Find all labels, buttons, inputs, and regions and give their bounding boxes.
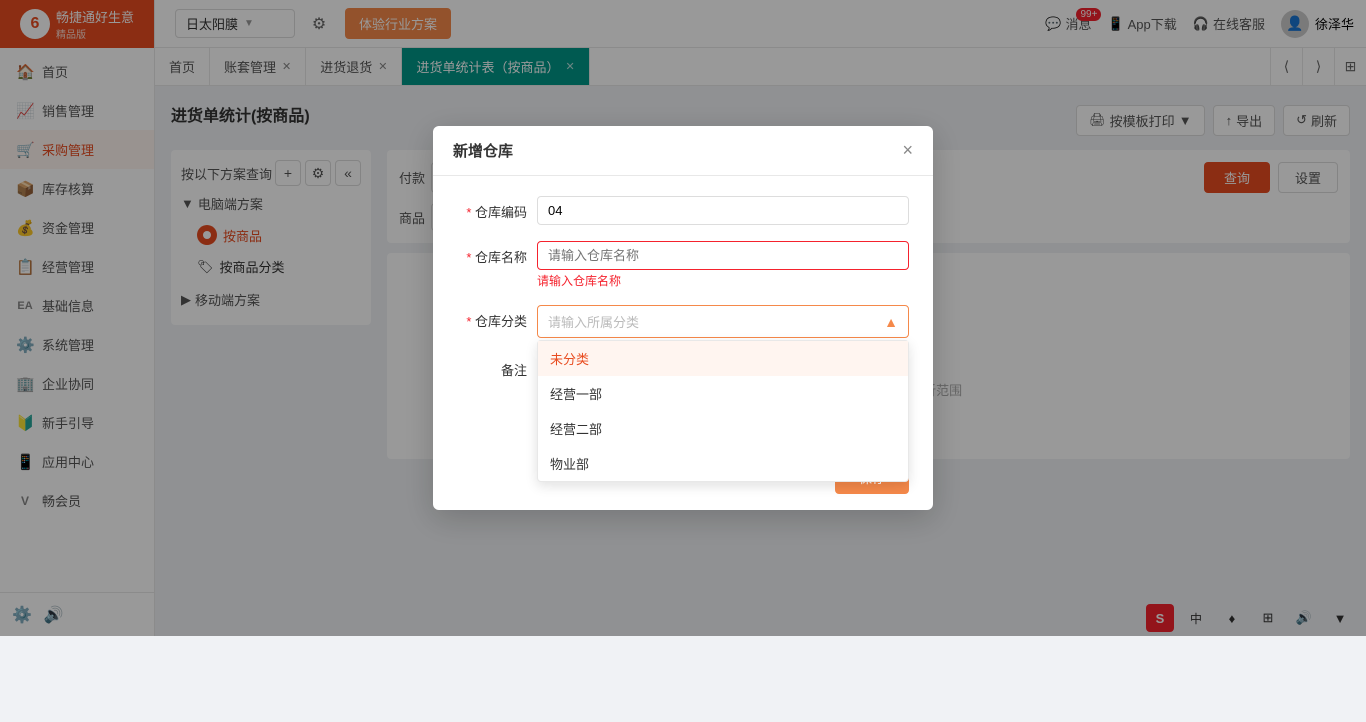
code-field <box>537 196 909 225</box>
modal-close-button[interactable]: × <box>902 140 913 161</box>
dropdown-item-dept2[interactable]: 经营二部 <box>538 411 908 446</box>
modal-body: 仓库编码 仓库名称 请输入仓库名称 仓库分类 请输入所属分类 <box>433 176 933 449</box>
category-placeholder: 请输入所属分类 <box>548 312 639 331</box>
category-select[interactable]: 请输入所属分类 ▲ <box>537 305 909 338</box>
category-arrow-icon: ▲ <box>884 314 898 330</box>
code-input[interactable] <box>537 196 909 225</box>
dropdown-item-dept1[interactable]: 经营一部 <box>538 376 908 411</box>
name-field: 请输入仓库名称 <box>537 241 909 289</box>
name-error-msg: 请输入仓库名称 <box>537 272 909 289</box>
modal-header: 新增仓库 × <box>433 126 933 176</box>
category-dropdown: 未分类 经营一部 经营二部 物业部 <box>537 340 909 482</box>
category-label: 仓库分类 <box>457 305 527 330</box>
warehouse-code-row: 仓库编码 <box>457 196 909 225</box>
dropdown-item-dept3[interactable]: 物业部 <box>538 446 908 481</box>
code-label: 仓库编码 <box>457 196 527 221</box>
new-warehouse-modal: 新增仓库 × 仓库编码 仓库名称 请输入仓库名称 仓库分类 <box>433 126 933 510</box>
modal-title: 新增仓库 <box>453 140 513 161</box>
dropdown-item-unclassified[interactable]: 未分类 <box>538 341 908 376</box>
name-input[interactable] <box>537 241 909 270</box>
modal-overlay: 新增仓库 × 仓库编码 仓库名称 请输入仓库名称 仓库分类 <box>0 0 1366 636</box>
name-label: 仓库名称 <box>457 241 527 266</box>
warehouse-name-row: 仓库名称 请输入仓库名称 <box>457 241 909 289</box>
note-label: 备注 <box>457 354 527 379</box>
category-field: 请输入所属分类 ▲ 未分类 经营一部 经营二部 物业部 <box>537 305 909 338</box>
warehouse-category-row: 仓库分类 请输入所属分类 ▲ 未分类 经营一部 经营二部 物业部 <box>457 305 909 338</box>
